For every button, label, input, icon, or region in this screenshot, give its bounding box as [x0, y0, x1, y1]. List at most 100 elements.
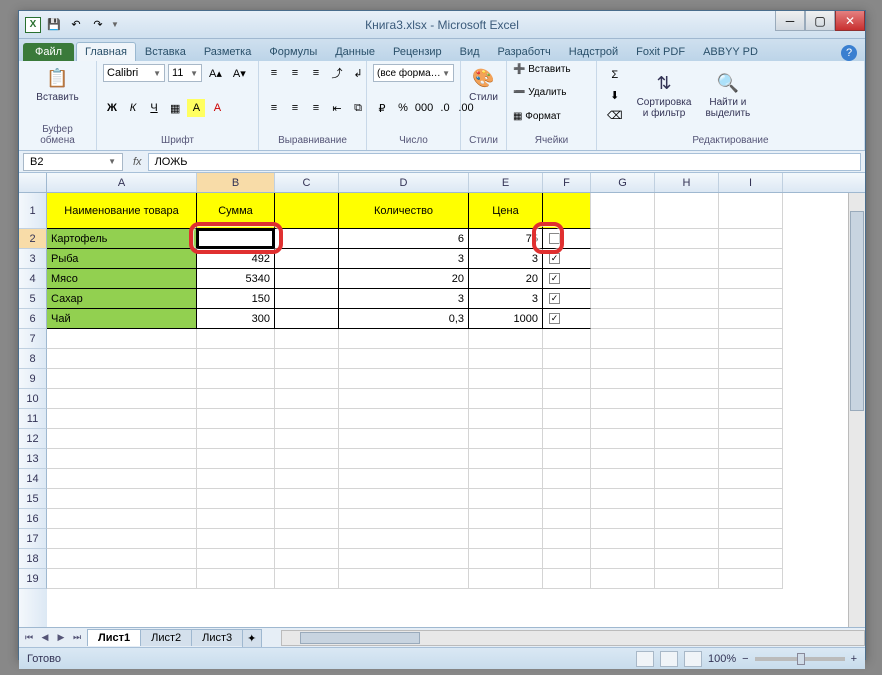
tab-formulas[interactable]: Формулы: [260, 42, 326, 61]
cell[interactable]: [591, 269, 655, 289]
cell[interactable]: [543, 529, 591, 549]
cell[interactable]: [591, 469, 655, 489]
cell[interactable]: [719, 469, 783, 489]
cell[interactable]: [655, 529, 719, 549]
cell[interactable]: [543, 329, 591, 349]
cell-name[interactable]: Мясо: [47, 269, 197, 289]
cell[interactable]: [469, 549, 543, 569]
file-tab[interactable]: Файл: [23, 43, 74, 61]
cell-sum[interactable]: 300: [197, 309, 275, 329]
align-mid-icon[interactable]: ≡: [286, 64, 304, 82]
cell[interactable]: [655, 409, 719, 429]
cell[interactable]: [47, 569, 197, 589]
cell[interactable]: [655, 249, 719, 269]
cell[interactable]: [591, 289, 655, 309]
cell[interactable]: [655, 429, 719, 449]
cell[interactable]: [197, 489, 275, 509]
cell[interactable]: [47, 389, 197, 409]
align-bot-icon[interactable]: ≡: [307, 64, 325, 82]
cell[interactable]: [197, 369, 275, 389]
cell-qty[interactable]: 3: [339, 289, 469, 309]
cell[interactable]: [47, 469, 197, 489]
row-header-14[interactable]: 14: [19, 469, 47, 489]
zoom-out-icon[interactable]: −: [742, 653, 748, 665]
percent-icon[interactable]: %: [394, 99, 412, 117]
save-icon[interactable]: 💾: [45, 16, 63, 34]
tab-developer[interactable]: Разработч: [489, 42, 560, 61]
cell[interactable]: [469, 389, 543, 409]
cell[interactable]: [719, 529, 783, 549]
horizontal-scrollbar[interactable]: [281, 630, 865, 646]
row-header-13[interactable]: 13: [19, 449, 47, 469]
cell[interactable]: [339, 349, 469, 369]
cell-qty[interactable]: 20: [339, 269, 469, 289]
nav-prev-icon[interactable]: ◀: [37, 630, 53, 646]
cell[interactable]: [719, 509, 783, 529]
cell-qty[interactable]: 0,3: [339, 309, 469, 329]
checkbox-icon[interactable]: [549, 233, 560, 244]
col-header-d[interactable]: D: [339, 173, 469, 192]
cell[interactable]: [197, 349, 275, 369]
row-header-5[interactable]: 5: [19, 289, 47, 309]
row-header-12[interactable]: 12: [19, 429, 47, 449]
cell-sum[interactable]: 5340: [197, 269, 275, 289]
formula-input[interactable]: ЛОЖЬ: [148, 153, 861, 171]
cell[interactable]: [275, 309, 339, 329]
vertical-scrollbar[interactable]: [848, 193, 865, 627]
col-header-g[interactable]: G: [591, 173, 655, 192]
cell[interactable]: [469, 349, 543, 369]
tab-insert[interactable]: Вставка: [136, 42, 195, 61]
checkbox-icon[interactable]: ✓: [549, 313, 560, 324]
cell[interactable]: [275, 193, 339, 229]
cell[interactable]: [655, 489, 719, 509]
row-header-6[interactable]: 6: [19, 309, 47, 329]
font-name-combo[interactable]: Calibri▼: [103, 64, 165, 82]
cell[interactable]: [655, 569, 719, 589]
cell[interactable]: [197, 549, 275, 569]
hscroll-thumb[interactable]: [300, 632, 420, 644]
cell[interactable]: [197, 469, 275, 489]
grow-font-icon[interactable]: A▴: [205, 64, 226, 82]
row-header-4[interactable]: 4: [19, 269, 47, 289]
tab-review[interactable]: Рецензир: [384, 42, 451, 61]
col-header-a[interactable]: A: [47, 173, 197, 192]
cell[interactable]: [719, 249, 783, 269]
cell[interactable]: [543, 509, 591, 529]
cell-sum[interactable]: [197, 229, 275, 249]
cell[interactable]: [275, 569, 339, 589]
cell[interactable]: [543, 409, 591, 429]
zoom-thumb[interactable]: [797, 653, 805, 665]
cell[interactable]: [655, 289, 719, 309]
row-header-15[interactable]: 15: [19, 489, 47, 509]
nav-next-icon[interactable]: ▶: [53, 630, 69, 646]
view-layout-icon[interactable]: [660, 651, 678, 667]
cell[interactable]: [275, 249, 339, 269]
cell[interactable]: [591, 449, 655, 469]
cell-checkbox[interactable]: ✓: [543, 289, 591, 309]
cell[interactable]: [47, 549, 197, 569]
cell[interactable]: [339, 549, 469, 569]
cell[interactable]: [197, 529, 275, 549]
indent-dec-icon[interactable]: ⇤: [328, 99, 346, 117]
cell[interactable]: [719, 489, 783, 509]
col-header-i[interactable]: I: [719, 173, 783, 192]
inc-decimal-icon[interactable]: .0: [436, 99, 454, 117]
cell[interactable]: [655, 229, 719, 249]
cell[interactable]: [275, 329, 339, 349]
cell[interactable]: [655, 389, 719, 409]
cell[interactable]: [591, 549, 655, 569]
cell[interactable]: [543, 569, 591, 589]
cell[interactable]: [469, 469, 543, 489]
cell[interactable]: [591, 349, 655, 369]
cell[interactable]: [543, 429, 591, 449]
cell-checkbox[interactable]: [543, 229, 591, 249]
cell[interactable]: [469, 449, 543, 469]
cell[interactable]: [469, 569, 543, 589]
cell[interactable]: [543, 449, 591, 469]
cell-price[interactable]: 75: [469, 229, 543, 249]
cell[interactable]: [275, 409, 339, 429]
sheet-tab-2[interactable]: Лист2: [140, 629, 192, 646]
orientation-icon[interactable]: ⤴: [328, 64, 346, 82]
cell[interactable]: [655, 309, 719, 329]
fill-icon[interactable]: ⬇: [603, 86, 627, 104]
